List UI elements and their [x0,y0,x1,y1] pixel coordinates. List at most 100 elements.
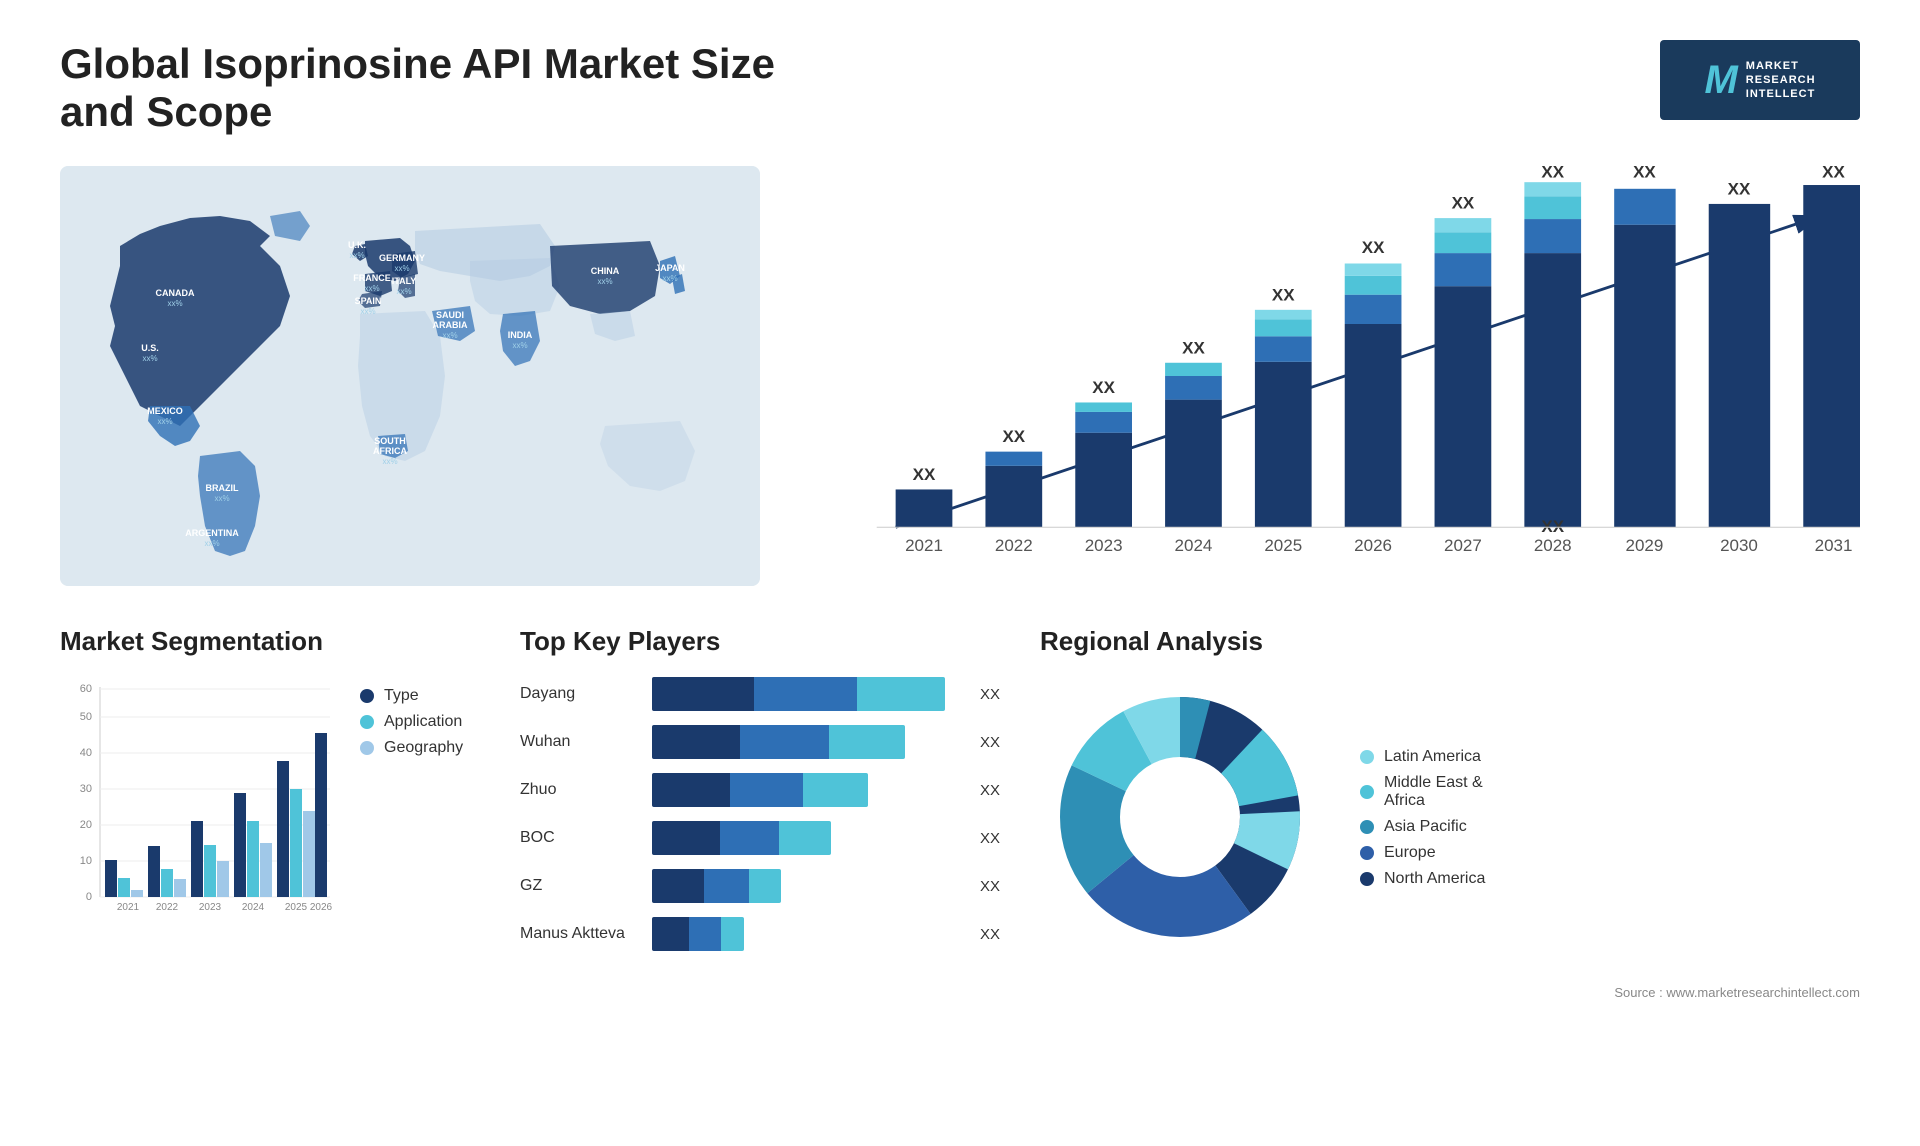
legend-dot-latin-america [1360,750,1374,764]
bar-chart-svg: XX XX XX XX [820,166,1860,586]
svg-text:XX: XX [913,465,936,484]
svg-text:xx%: xx% [142,354,157,363]
segmentation-legend: Type Application Geography [360,687,463,765]
svg-text:50: 50 [80,711,92,723]
page-container: Global Isoprinosine API Market Size and … [0,0,1920,1146]
svg-text:2026: 2026 [310,902,333,913]
legend-asia-pacific: Asia Pacific [1360,818,1485,836]
segmentation-title: Market Segmentation [60,626,480,657]
svg-text:60: 60 [80,683,92,695]
svg-text:xx%: xx% [442,331,457,340]
svg-text:2024: 2024 [1175,536,1213,555]
player-bar-boc [652,821,960,855]
svg-text:XX: XX [1633,166,1656,181]
world-map-svg: CANADA xx% U.S. xx% MEXICO xx% BRAZIL xx… [60,166,760,586]
svg-text:xx%: xx% [512,341,527,350]
bar-chart-section: XX XX XX XX [820,166,1860,586]
legend-dot-type [360,689,374,703]
player-bar-manus [652,917,960,951]
svg-text:xx%: xx% [597,277,612,286]
svg-text:2025: 2025 [285,902,308,913]
svg-text:XX: XX [1362,238,1385,257]
player-row-dayang: Dayang XX [520,677,1000,711]
regional-legend: Latin America Middle East &Africa Asia P… [1360,748,1485,896]
legend-north-america: North America [1360,870,1485,888]
logo-m-letter: M [1704,58,1737,103]
svg-text:xx%: xx% [204,539,219,548]
player-bar-wuhan [652,725,960,759]
regional-title: Regional Analysis [1040,626,1860,657]
legend-label-mea: Middle East &Africa [1384,774,1483,810]
svg-text:2026: 2026 [1354,536,1392,555]
segmentation-chart: 0 10 20 30 40 50 60 [60,677,340,937]
player-value-zhuo: XX [980,782,1000,799]
svg-text:2028: 2028 [1534,536,1572,555]
player-value-manus: XX [980,926,1000,943]
svg-text:2022: 2022 [995,536,1033,555]
svg-text:XX: XX [1002,427,1025,446]
svg-text:INDIA: INDIA [508,330,533,340]
svg-text:ITALY: ITALY [392,276,417,286]
player-name-zhuo: Zhuo [520,781,640,799]
svg-text:xx%: xx% [396,287,411,296]
legend-label-latin-america: Latin America [1384,748,1481,766]
players-section: Top Key Players Dayang XX Wuhan [520,626,1000,965]
logo-area: M MARKET RESEARCH INTELLECT [1660,40,1860,120]
page-title: Global Isoprinosine API Market Size and … [60,40,860,136]
svg-text:2022: 2022 [156,902,179,913]
svg-text:CHINA: CHINA [591,266,620,276]
segmentation-section: Market Segmentation 0 10 20 30 40 [60,626,480,965]
svg-text:AFRICA: AFRICA [373,446,407,456]
legend-europe: Europe [1360,844,1485,862]
player-bar-dayang [652,677,960,711]
svg-text:2029: 2029 [1626,536,1664,555]
legend-mea: Middle East &Africa [1360,774,1485,810]
svg-text:xx%: xx% [382,457,397,466]
players-title: Top Key Players [520,626,1000,657]
svg-text:xx%: xx% [214,494,229,503]
player-row-zhuo: Zhuo XX [520,773,1000,807]
svg-text:SPAIN: SPAIN [355,296,382,306]
svg-text:XX: XX [1728,179,1751,198]
svg-text:2025: 2025 [1264,536,1302,555]
svg-text:XX: XX [1541,166,1564,181]
player-bar-gz [652,869,960,903]
svg-text:xx%: xx% [167,299,182,308]
top-content: CANADA xx% U.S. xx% MEXICO xx% BRAZIL xx… [60,166,1860,586]
svg-text:2023: 2023 [1085,536,1123,555]
svg-text:20: 20 [80,819,92,831]
svg-text:SAUDI: SAUDI [436,310,464,320]
svg-text:BRAZIL: BRAZIL [206,483,239,493]
donut-chart [1040,677,1320,957]
svg-text:2021: 2021 [905,536,943,555]
logo-text: MARKET RESEARCH INTELLECT [1746,59,1816,102]
svg-text:xx%: xx% [157,417,172,426]
source-text: Source : www.marketresearchintellect.com [60,985,1860,1000]
legend-type: Type [360,687,463,705]
svg-text:GERMANY: GERMANY [379,253,425,263]
legend-label-application: Application [384,713,462,731]
map-section: CANADA xx% U.S. xx% MEXICO xx% BRAZIL xx… [60,166,760,586]
legend-dot-europe [1360,846,1374,860]
regional-section: Regional Analysis [1040,626,1860,965]
player-bar-zhuo [652,773,960,807]
svg-text:40: 40 [80,747,92,759]
player-name-wuhan: Wuhan [520,733,640,751]
player-name-boc: BOC [520,829,640,847]
player-row-boc: BOC XX [520,821,1000,855]
player-row-gz: GZ XX [520,869,1000,903]
svg-text:ARABIA: ARABIA [433,320,468,330]
player-value-wuhan: XX [980,734,1000,751]
svg-text:2024: 2024 [242,902,265,913]
header: Global Isoprinosine API Market Size and … [60,40,1860,136]
legend-label-geography: Geography [384,739,463,757]
svg-text:xx%: xx% [662,274,677,283]
legend-application: Application [360,713,463,731]
svg-text:xx%: xx% [364,284,379,293]
svg-text:XX: XX [1182,338,1205,357]
svg-text:2021: 2021 [117,902,140,913]
legend-label-europe: Europe [1384,844,1436,862]
svg-text:2023: 2023 [199,902,222,913]
svg-text:FRANCE: FRANCE [353,273,391,283]
svg-text:30: 30 [80,783,92,795]
